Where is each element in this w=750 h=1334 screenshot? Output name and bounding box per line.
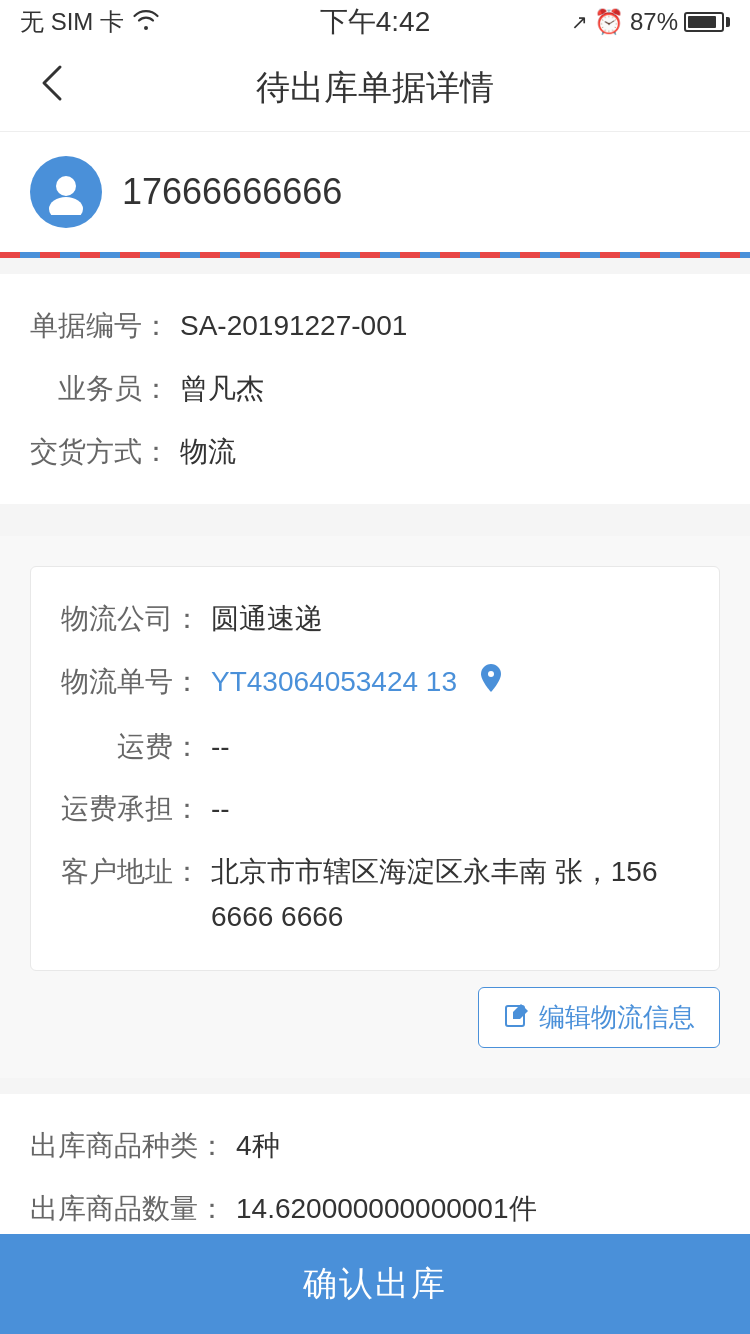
carrier-label: 无 SIM 卡 — [20, 6, 124, 38]
goods-quantity-value: 14.620000000000001件 — [236, 1187, 720, 1232]
goods-quantity-label: 出库商品数量： — [30, 1187, 226, 1232]
freight-bearer-value: -- — [211, 787, 689, 832]
confirm-btn-label: 确认出库 — [303, 1261, 447, 1307]
order-number-row: 单据编号： SA-20191227-001 — [30, 304, 720, 349]
avatar — [30, 156, 102, 228]
location-pin-icon[interactable] — [475, 661, 507, 707]
wifi-icon — [132, 8, 160, 36]
edit-icon — [503, 1003, 531, 1031]
salesman-value: 曾凡杰 — [180, 367, 720, 412]
logistics-section: 物流公司： 圆通速递 物流单号： YT43064053424 13 — [0, 536, 750, 1077]
tracking-label: 物流单号： — [61, 660, 201, 705]
nav-bar: 待出库单据详情 — [0, 44, 750, 132]
edit-btn-label: 编辑物流信息 — [539, 1000, 695, 1035]
customer-header: 17666666666 — [0, 132, 750, 252]
edit-logistics-button[interactable]: 编辑物流信息 — [478, 987, 720, 1048]
status-bar: 无 SIM 卡 下午4:42 ↗ ⏰ 87% — [0, 0, 750, 44]
goods-types-row: 出库商品种类： 4种 — [30, 1124, 720, 1169]
freight-value: -- — [211, 725, 689, 770]
battery-percent: 87% — [630, 8, 678, 36]
freight-label: 运费： — [61, 725, 201, 770]
order-info-section: 单据编号： SA-20191227-001 业务员： 曾凡杰 交货方式： 物流 — [0, 274, 750, 504]
goods-quantity-row: 出库商品数量： 14.620000000000001件 — [30, 1187, 720, 1232]
address-row: 客户地址： 北京市市辖区海淀区永丰南 张，156 6666 6666 — [61, 850, 689, 940]
page-title: 待出库单据详情 — [256, 65, 494, 111]
gray-separator-2 — [0, 1078, 750, 1094]
status-right: ↗ ⏰ 87% — [571, 8, 730, 36]
tracking-number: YT43064053424 13 — [211, 666, 457, 697]
dashed-divider — [0, 252, 750, 258]
location-arrow-icon: ↗ — [571, 10, 588, 34]
logistics-company-value: 圆通速递 — [211, 597, 689, 642]
tracking-row: 物流单号： YT43064053424 13 — [61, 660, 689, 707]
status-time: 下午4:42 — [320, 3, 431, 41]
goods-types-value: 4种 — [236, 1124, 720, 1169]
salesman-row: 业务员： 曾凡杰 — [30, 367, 720, 412]
battery-icon — [684, 12, 730, 32]
edit-btn-wrap: 编辑物流信息 — [30, 987, 720, 1048]
logistics-company-label: 物流公司： — [61, 597, 201, 642]
logistics-company-row: 物流公司： 圆通速递 — [61, 597, 689, 642]
order-number-label: 单据编号： — [30, 304, 170, 349]
alarm-icon: ⏰ — [594, 8, 624, 36]
confirm-button[interactable]: 确认出库 — [0, 1234, 750, 1334]
address-value: 北京市市辖区海淀区永丰南 张，156 6666 6666 — [211, 850, 689, 940]
address-label: 客户地址： — [61, 850, 201, 895]
freight-bearer-label: 运费承担： — [61, 787, 201, 832]
customer-phone: 17666666666 — [122, 171, 342, 213]
goods-types-label: 出库商品种类： — [30, 1124, 226, 1169]
svg-point-0 — [56, 176, 76, 196]
svg-point-3 — [488, 671, 494, 677]
delivery-method-label: 交货方式： — [30, 430, 170, 475]
freight-bearer-row: 运费承担： -- — [61, 787, 689, 832]
status-left: 无 SIM 卡 — [20, 6, 160, 38]
gray-separator-1 — [0, 520, 750, 536]
delivery-method-row: 交货方式： 物流 — [30, 430, 720, 475]
back-button[interactable] — [30, 53, 74, 122]
order-number-value: SA-20191227-001 — [180, 304, 720, 349]
page-content: 17666666666 单据编号： SA-20191227-001 业务员： 曾… — [0, 132, 750, 1334]
freight-row: 运费： -- — [61, 725, 689, 770]
delivery-method-value: 物流 — [180, 430, 720, 475]
salesman-label: 业务员： — [30, 367, 170, 412]
svg-point-1 — [49, 197, 83, 215]
tracking-value: YT43064053424 13 — [211, 660, 689, 707]
